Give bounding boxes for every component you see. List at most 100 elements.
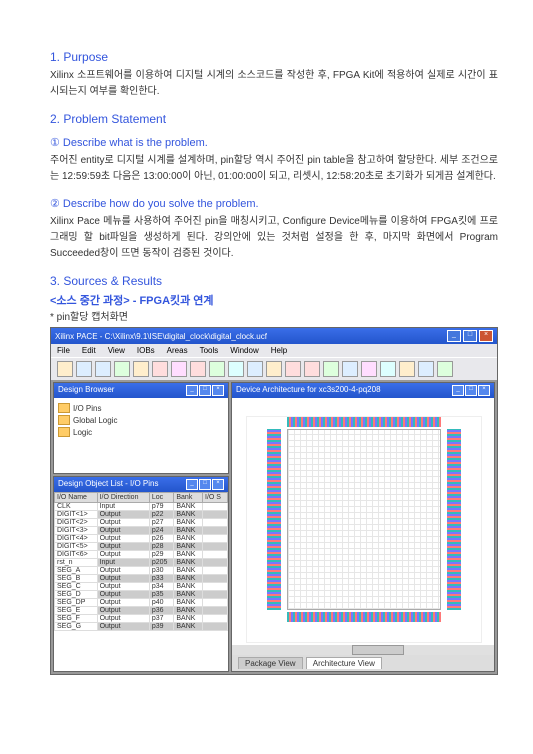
- scrollbar-thumb[interactable]: [352, 645, 404, 655]
- panel-max-icon[interactable]: □: [465, 385, 477, 396]
- toolbar-btn[interactable]: [380, 361, 396, 377]
- io-pins-table[interactable]: I/O NameI/O DirectionLocBankI/O S CLKInp…: [54, 492, 228, 631]
- toolbar-btn[interactable]: [247, 361, 263, 377]
- table-cell: [203, 575, 228, 583]
- table-row[interactable]: DIGIT<4>Outputp26BANK: [55, 535, 228, 543]
- table-row[interactable]: DIGIT<6>Outputp29BANK: [55, 551, 228, 559]
- menu-file[interactable]: File: [57, 346, 70, 355]
- table-cell: [203, 567, 228, 575]
- section-sources-title: 3. Sources & Results: [50, 274, 498, 288]
- tree-item-iopins[interactable]: I/O Pins: [58, 402, 224, 414]
- toolbar-btn[interactable]: [266, 361, 282, 377]
- device-view[interactable]: [232, 398, 494, 645]
- menu-view[interactable]: View: [108, 346, 125, 355]
- table-cell: p22: [149, 511, 174, 519]
- panel-min-icon[interactable]: _: [186, 479, 198, 490]
- panel-close-icon[interactable]: ×: [478, 385, 490, 396]
- tree-item-global-logic[interactable]: Global Logic: [58, 414, 224, 426]
- horizontal-scrollbar[interactable]: [232, 645, 494, 655]
- tree-item-logic[interactable]: Logic: [58, 426, 224, 438]
- table-row[interactable]: SEG_COutputp34BANK: [55, 583, 228, 591]
- toolbar-btn[interactable]: [418, 361, 434, 377]
- table-row[interactable]: DIGIT<5>Outputp28BANK: [55, 543, 228, 551]
- table-row[interactable]: DIGIT<2>Outputp27BANK: [55, 519, 228, 527]
- table-cell: Output: [97, 527, 149, 535]
- panel-max-icon[interactable]: □: [199, 479, 211, 490]
- panel-min-icon[interactable]: _: [186, 385, 198, 396]
- table-cell: SEG_D: [55, 591, 98, 599]
- toolbar-btn[interactable]: [133, 361, 149, 377]
- device-architecture-title[interactable]: Device Architecture for xc3s200-4-pq208 …: [232, 383, 494, 398]
- pin-strip-top: [287, 417, 441, 427]
- toolbar-btn[interactable]: [190, 361, 206, 377]
- table-cell: [203, 503, 228, 511]
- design-object-list-title[interactable]: Design Object List - I/O Pins _ □ ×: [54, 477, 228, 492]
- table-cell: Output: [97, 535, 149, 543]
- toolbar-btn[interactable]: [285, 361, 301, 377]
- table-cell: BANK: [174, 583, 203, 591]
- menu-help[interactable]: Help: [271, 346, 287, 355]
- table-cell: Output: [97, 615, 149, 623]
- table-cell: BANK: [174, 559, 203, 567]
- toolbar-btn[interactable]: [171, 361, 187, 377]
- toolbar-btn[interactable]: [361, 361, 377, 377]
- table-cell: [203, 607, 228, 615]
- table-row[interactable]: DIGIT<3>Outputp24BANK: [55, 527, 228, 535]
- table-cell: Output: [97, 607, 149, 615]
- panel-min-icon[interactable]: _: [452, 385, 464, 396]
- table-cell: CLK: [55, 503, 98, 511]
- tab-architecture-view[interactable]: Architecture View: [306, 657, 382, 669]
- table-header-cell[interactable]: I/O S: [203, 493, 228, 503]
- toolbar-btn[interactable]: [304, 361, 320, 377]
- toolbar-btn[interactable]: [114, 361, 130, 377]
- table-row[interactable]: SEG_EOutputp36BANK: [55, 607, 228, 615]
- toolbar-btn[interactable]: [437, 361, 453, 377]
- menu-edit[interactable]: Edit: [82, 346, 96, 355]
- table-row[interactable]: SEG_GOutputp39BANK: [55, 623, 228, 631]
- titlebar[interactable]: Xilinx PACE - C:\Xilinx\9.1\ISE\digital_…: [51, 328, 497, 344]
- table-row[interactable]: CLKInputp79BANK: [55, 503, 228, 511]
- table-row[interactable]: SEG_BOutputp33BANK: [55, 575, 228, 583]
- table-row[interactable]: SEG_FOutputp37BANK: [55, 615, 228, 623]
- design-browser-tree[interactable]: I/O Pins Global Logic Logic: [54, 398, 228, 473]
- toolbar-btn[interactable]: [323, 361, 339, 377]
- table-cell: [203, 519, 228, 527]
- minimize-button[interactable]: _: [447, 330, 461, 342]
- toolbar-btn[interactable]: [76, 361, 92, 377]
- table-row[interactable]: rst_nInputp205BANK: [55, 559, 228, 567]
- chip-diagram: [246, 416, 482, 643]
- table-header-cell[interactable]: Bank: [174, 493, 203, 503]
- table-header-cell[interactable]: Loc: [149, 493, 174, 503]
- menu-iobs[interactable]: IOBs: [137, 346, 155, 355]
- maximize-button[interactable]: □: [463, 330, 477, 342]
- toolbar-btn[interactable]: [399, 361, 415, 377]
- device-architecture-title-text: Device Architecture for xc3s200-4-pq208: [236, 385, 381, 396]
- table-row[interactable]: SEG_AOutputp30BANK: [55, 567, 228, 575]
- toolbar-btn[interactable]: [152, 361, 168, 377]
- table-row[interactable]: DIGIT<1>Outputp22BANK: [55, 511, 228, 519]
- toolbar-btn[interactable]: [57, 361, 73, 377]
- folder-icon: [58, 427, 70, 437]
- table-row[interactable]: SEG_DOutputp35BANK: [55, 591, 228, 599]
- toolbar-btn[interactable]: [95, 361, 111, 377]
- panel-max-icon[interactable]: □: [199, 385, 211, 396]
- toolbar-btn[interactable]: [342, 361, 358, 377]
- design-browser-title[interactable]: Design Browser _ □ ×: [54, 383, 228, 398]
- toolbar-btn[interactable]: [209, 361, 225, 377]
- table-cell: [203, 591, 228, 599]
- panel-close-icon[interactable]: ×: [212, 385, 224, 396]
- table-cell: DIGIT<3>: [55, 527, 98, 535]
- toolbar-btn[interactable]: [228, 361, 244, 377]
- table-header-cell[interactable]: I/O Name: [55, 493, 98, 503]
- close-button[interactable]: ×: [479, 330, 493, 342]
- table-header-cell[interactable]: I/O Direction: [97, 493, 149, 503]
- tab-package-view[interactable]: Package View: [238, 657, 303, 669]
- menu-tools[interactable]: Tools: [200, 346, 219, 355]
- menu-areas[interactable]: Areas: [167, 346, 188, 355]
- table-row[interactable]: SEG_DPOutputp40BANK: [55, 599, 228, 607]
- menu-window[interactable]: Window: [230, 346, 258, 355]
- panel-close-icon[interactable]: ×: [212, 479, 224, 490]
- table-cell: Input: [97, 503, 149, 511]
- table-cell: [203, 583, 228, 591]
- table-cell: Output: [97, 583, 149, 591]
